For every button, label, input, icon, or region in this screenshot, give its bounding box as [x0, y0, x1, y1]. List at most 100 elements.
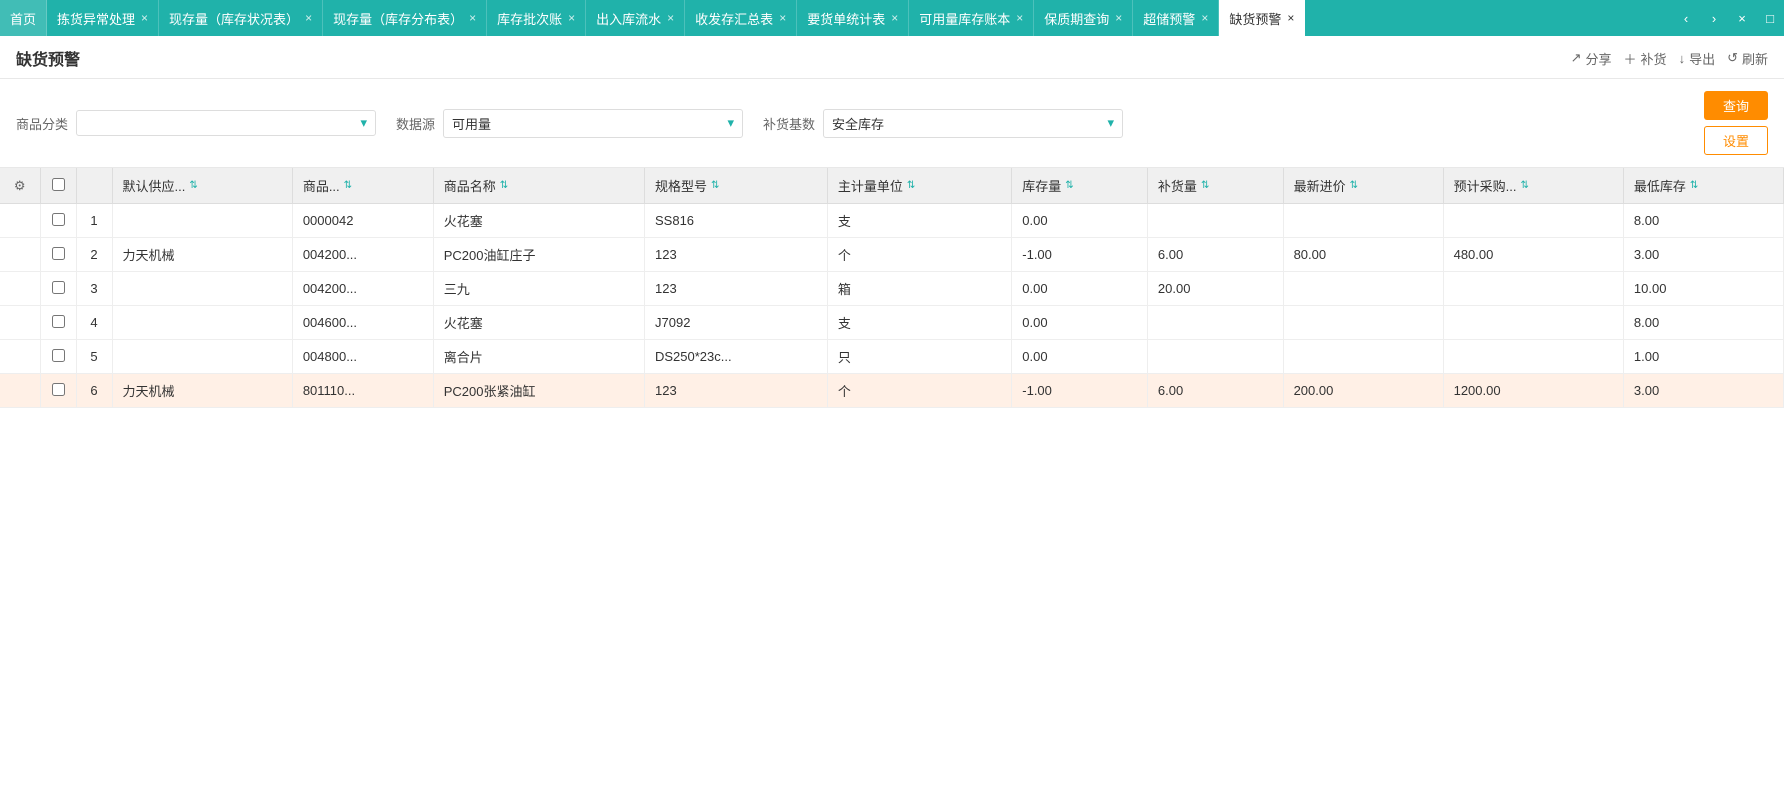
query-button[interactable]: 查询	[1704, 91, 1768, 120]
th-product-name[interactable]: 商品名称 ⇅	[433, 168, 644, 204]
th-gear[interactable]: ⚙	[0, 168, 40, 204]
tab-stock-batch[interactable]: 库存批次账 ×	[487, 0, 586, 36]
tab-close-stock-status[interactable]: ×	[305, 11, 312, 25]
tab-close-order-stats[interactable]: ×	[891, 11, 898, 25]
row-checkbox-4[interactable]	[52, 349, 65, 362]
tab-overstock[interactable]: 超储预警×	[1133, 0, 1219, 36]
td-stock: -1.00	[1012, 238, 1148, 272]
tab-label: 拣货异常处理	[57, 9, 135, 28]
gear-icon[interactable]: ⚙	[10, 178, 30, 194]
tab-abnormal[interactable]: 拣货异常处理 ×	[47, 0, 159, 36]
tab-close-shortage[interactable]: ×	[1287, 11, 1294, 25]
td-min-stock: 3.00	[1623, 238, 1783, 272]
th-latest-price[interactable]: 最新进价 ⇅	[1283, 168, 1443, 204]
tab-close-overstock[interactable]: ×	[1201, 11, 1208, 25]
td-product-name: 离合片	[433, 340, 644, 374]
th-stock[interactable]: 库存量 ⇅	[1012, 168, 1148, 204]
row-checkbox-5[interactable]	[52, 383, 65, 396]
datasource-select[interactable]: 可用量 ▾	[443, 109, 743, 138]
tab-close-abnormal[interactable]: ×	[141, 11, 148, 25]
td-num: 6	[76, 374, 112, 408]
td-num: 3	[76, 272, 112, 306]
th-product-code[interactable]: 商品... ⇅	[292, 168, 433, 204]
tab-in-out-flow[interactable]: 出入库流水 ×	[586, 0, 685, 36]
maximize-btn[interactable]: □	[1756, 0, 1784, 36]
tab-close-collect-summary[interactable]: ×	[779, 11, 786, 25]
td-product-code: 004200...	[292, 238, 433, 272]
export-label: 导出	[1689, 49, 1715, 68]
th-spec[interactable]: 规格型号 ⇅	[645, 168, 828, 204]
tab-collect-summary[interactable]: 收发存汇总表×	[685, 0, 797, 36]
td-latest-price: 200.00	[1283, 374, 1443, 408]
refresh-icon: ↺	[1727, 50, 1738, 66]
main-content: 缺货预警 ↗ 分享 ＋ 补货 ↓ 导出 ↺ 刷新 商品分类	[0, 36, 1784, 796]
th-min-stock-label: 最低库存	[1634, 176, 1686, 195]
share-label: 分享	[1586, 49, 1612, 68]
share-button[interactable]: ↗ 分享	[1571, 49, 1612, 68]
table-row: 5 004800... 离合片 DS250*23c... 只 0.00 1.00	[0, 340, 1784, 374]
th-default-supplier-label: 默认供应...	[123, 176, 186, 195]
tab-stock-status[interactable]: 现存量（库存状况表）×	[159, 0, 323, 36]
tab-expiry-query[interactable]: 保质期查询×	[1034, 0, 1133, 36]
tab-label: 库存批次账	[497, 9, 562, 28]
replenish-base-select[interactable]: 安全库存 ▾	[823, 109, 1123, 138]
td-checkbox	[40, 204, 76, 238]
tab-close-stock-batch[interactable]: ×	[568, 11, 575, 25]
table-row: 1 0000042 火花塞 SS816 支 0.00 8.00	[0, 204, 1784, 238]
td-product-code: 004200...	[292, 272, 433, 306]
tab-home[interactable]: 首页	[0, 0, 47, 36]
sort-default-supplier-icon: ⇅	[189, 180, 197, 191]
td-stock: 0.00	[1012, 204, 1148, 238]
th-default-supplier[interactable]: 默认供应... ⇅	[112, 168, 292, 204]
table-row: 6 力天机械 801110... PC200张紧油缸 123 个 -1.00 6…	[0, 374, 1784, 408]
td-spec: SS816	[645, 204, 828, 238]
refresh-button[interactable]: ↺ 刷新	[1727, 49, 1768, 68]
export-button[interactable]: ↓ 导出	[1679, 49, 1716, 68]
category-select[interactable]: ▾	[76, 110, 376, 136]
td-default-supplier	[112, 306, 292, 340]
tab-order-stats[interactable]: 要货单统计表×	[797, 0, 909, 36]
td-min-stock: 8.00	[1623, 306, 1783, 340]
tab-shortage[interactable]: 缺货预警×	[1219, 0, 1305, 36]
row-checkbox-3[interactable]	[52, 315, 65, 328]
datasource-label: 数据源	[396, 114, 435, 133]
tab-stock-dist[interactable]: 现存量（库存分布表）×	[323, 0, 487, 36]
replenish-button[interactable]: ＋ 补货	[1624, 49, 1667, 68]
th-min-stock[interactable]: 最低库存 ⇅	[1623, 168, 1783, 204]
td-est-purchase: 480.00	[1443, 238, 1623, 272]
td-min-stock: 1.00	[1623, 340, 1783, 374]
td-unit: 个	[827, 374, 1011, 408]
tab-label: 出入库流水	[596, 9, 661, 28]
tab-close-stock-dist[interactable]: ×	[469, 11, 476, 25]
tab-close-available-ledger[interactable]: ×	[1016, 11, 1023, 25]
tab-close-in-out-flow[interactable]: ×	[667, 11, 674, 25]
th-replenish-label: 补货量	[1158, 176, 1197, 195]
select-all-checkbox[interactable]	[52, 178, 65, 191]
tab-available-ledger[interactable]: 可用量库存账本×	[909, 0, 1034, 36]
row-checkbox-0[interactable]	[52, 213, 65, 226]
td-replenish	[1147, 340, 1283, 374]
td-stock: 0.00	[1012, 306, 1148, 340]
tab-next-btn[interactable]: ›	[1700, 0, 1728, 36]
table-container: ⚙ 默认供应... ⇅ 商品...	[0, 168, 1784, 796]
category-dropdown-icon: ▾	[360, 115, 367, 131]
th-unit[interactable]: 主计量单位 ⇅	[827, 168, 1011, 204]
settings-button[interactable]: 设置	[1704, 126, 1768, 155]
header-actions: ↗ 分享 ＋ 补货 ↓ 导出 ↺ 刷新	[1571, 49, 1768, 68]
th-replenish[interactable]: 补货量 ⇅	[1147, 168, 1283, 204]
td-unit: 支	[827, 306, 1011, 340]
row-checkbox-1[interactable]	[52, 247, 65, 260]
td-checkbox	[40, 272, 76, 306]
td-empty	[0, 306, 40, 340]
td-est-purchase	[1443, 340, 1623, 374]
th-est-purchase[interactable]: 预计采购... ⇅	[1443, 168, 1623, 204]
close-all-btn[interactable]: ×	[1728, 0, 1756, 36]
datasource-filter: 数据源 可用量 ▾	[396, 109, 743, 138]
tab-close-expiry-query[interactable]: ×	[1115, 11, 1122, 25]
td-product-name: PC200张紧油缸	[433, 374, 644, 408]
tab-prev-btn[interactable]: ‹	[1672, 0, 1700, 36]
row-checkbox-2[interactable]	[52, 281, 65, 294]
sort-spec-icon: ⇅	[711, 180, 719, 191]
table-header-row: ⚙ 默认供应... ⇅ 商品...	[0, 168, 1784, 204]
td-latest-price	[1283, 306, 1443, 340]
